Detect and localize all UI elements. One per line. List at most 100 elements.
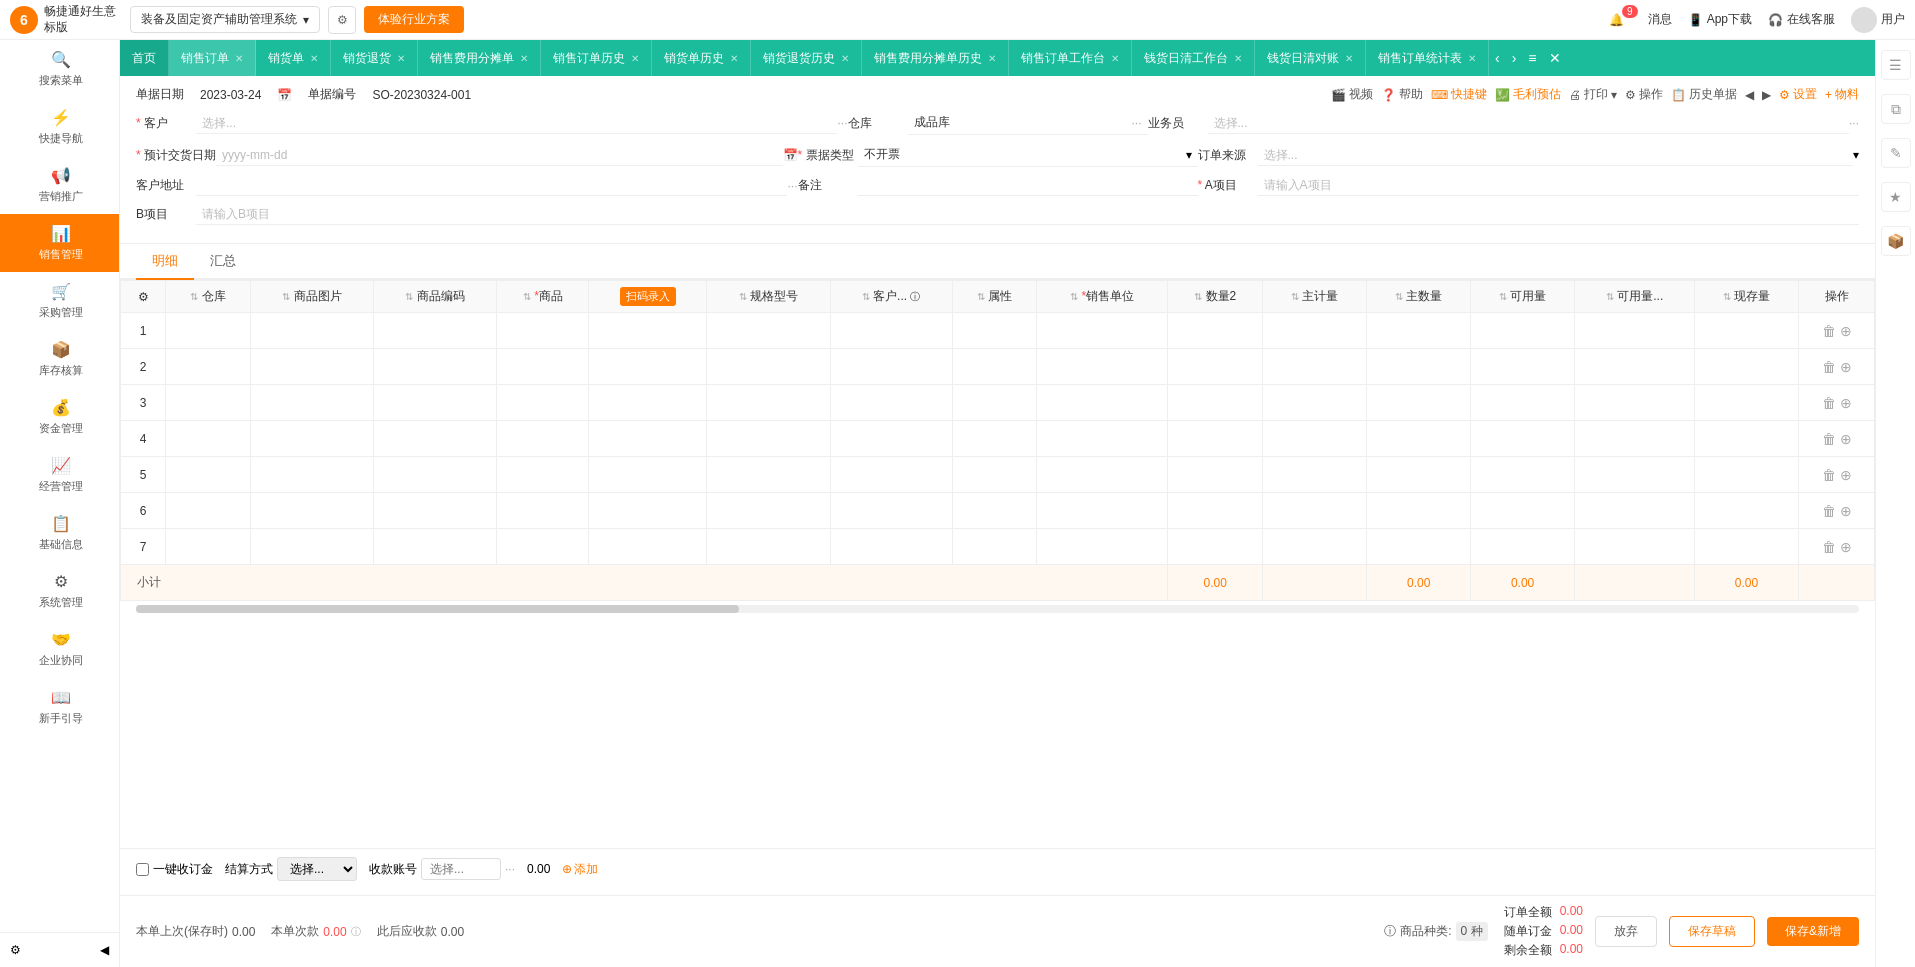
th-code[interactable]: ⇅ 商品编码	[374, 281, 497, 313]
th-spec[interactable]: ⇅ 规格型号	[707, 281, 830, 313]
sidebar-item-marketing[interactable]: 📢 营销推广	[0, 156, 119, 214]
delete-btn-4[interactable]: 🗑	[1822, 431, 1836, 447]
delete-btn-6[interactable]: 🗑	[1822, 503, 1836, 519]
tab-close-sales-order[interactable]: ✕	[235, 53, 243, 64]
tab-fee-history[interactable]: 销售费用分摊单历史 ✕	[862, 40, 1009, 76]
online-service-btn[interactable]: 🎧 在线客服	[1768, 11, 1835, 28]
tab-close-sales-goods[interactable]: ✕	[310, 53, 318, 64]
address-dots[interactable]: ···	[787, 179, 797, 193]
settings-form-btn[interactable]: ⚙ 设置	[1779, 86, 1817, 103]
th-main-qty[interactable]: ⇅ 主数量	[1367, 281, 1471, 313]
address-input[interactable]	[196, 175, 787, 196]
notification-bell[interactable]: 🔔 9 消息	[1609, 11, 1672, 28]
calendar-icon[interactable]: 📅	[277, 88, 292, 102]
add-material-btn[interactable]: + 物料	[1825, 86, 1859, 103]
tab-return-history[interactable]: 销货退货历史 ✕	[751, 40, 862, 76]
tab-close-daily-account[interactable]: ✕	[1345, 53, 1353, 64]
delete-btn-1[interactable]: 🗑	[1822, 323, 1836, 339]
th-image[interactable]: ⇅ 商品图片	[250, 281, 373, 313]
staff-dots[interactable]: ···	[1849, 116, 1859, 130]
th-main-unit[interactable]: ⇅ 主计量	[1263, 281, 1367, 313]
copy-btn-4[interactable]: ⊕	[1840, 431, 1852, 447]
tab-daily-workbench[interactable]: 钱货日清工作台 ✕	[1132, 40, 1255, 76]
th-goods[interactable]: ⇅ *商品	[497, 281, 589, 313]
discard-btn[interactable]: 放弃	[1595, 916, 1657, 947]
invoice-select[interactable]: 不开票 ▾	[858, 143, 1198, 167]
th-attr[interactable]: ⇅ 属性	[952, 281, 1037, 313]
tab-close-daily-workbench[interactable]: ✕	[1234, 53, 1242, 64]
tab-sales-goods[interactable]: 销货单 ✕	[256, 40, 331, 76]
tab-sales-fee[interactable]: 销售费用分摊单 ✕	[418, 40, 541, 76]
help-btn[interactable]: ❓ 帮助	[1381, 86, 1423, 103]
operation-btn[interactable]: ⚙ 操作	[1625, 86, 1663, 103]
tab-detail[interactable]: 明细	[136, 244, 194, 280]
a-project-input[interactable]	[1258, 175, 1860, 196]
sidebar-item-purchase[interactable]: 🛒 采购管理	[0, 272, 119, 330]
copy-btn-5[interactable]: ⊕	[1840, 467, 1852, 483]
tab-daily-account[interactable]: 钱货日清对账 ✕	[1255, 40, 1366, 76]
th-scan[interactable]: 扫码录入	[589, 281, 707, 313]
save-new-btn[interactable]: 保存&新增	[1767, 917, 1859, 946]
sidebar-item-guide[interactable]: 📖 新手引导	[0, 678, 119, 736]
copy-btn-3[interactable]: ⊕	[1840, 395, 1852, 411]
tab-close-goods-history[interactable]: ✕	[730, 53, 738, 64]
th-settings[interactable]: ⚙	[121, 281, 166, 313]
user-area[interactable]: 用户	[1851, 7, 1905, 33]
tab-close-all-btn[interactable]: ✕	[1543, 40, 1567, 76]
b-project-input[interactable]	[196, 204, 1859, 225]
tab-home[interactable]: 首页	[120, 40, 169, 76]
system-name-selector[interactable]: 装备及固定资产辅助管理系统 ▾	[130, 6, 320, 33]
tab-prev-btn[interactable]: ‹	[1489, 40, 1506, 76]
nav-prev-btn[interactable]: ◀	[1745, 88, 1754, 102]
settings-bottom-icon[interactable]: ⚙	[10, 943, 21, 957]
history-btn[interactable]: 📋 历史单据	[1671, 86, 1737, 103]
tab-menu-btn[interactable]: ≡	[1522, 40, 1542, 76]
rp-btn-5[interactable]: 📦	[1881, 226, 1911, 256]
tab-close-sales-fee[interactable]: ✕	[520, 53, 528, 64]
horizontal-scrollbar[interactable]	[136, 605, 1859, 613]
tab-close-order-history[interactable]: ✕	[631, 53, 639, 64]
quick-settle-input[interactable]	[136, 863, 149, 876]
copy-btn-1[interactable]: ⊕	[1840, 323, 1852, 339]
scrollbar-thumb[interactable]	[136, 605, 739, 613]
delete-btn-7[interactable]: 🗑	[1822, 539, 1836, 555]
delete-btn-3[interactable]: 🗑	[1822, 395, 1836, 411]
warehouse-select[interactable]: 成品库 ···	[908, 111, 1148, 135]
th-available2[interactable]: ⇅ 可用量...	[1575, 281, 1695, 313]
rp-btn-1[interactable]: ☰	[1881, 50, 1911, 80]
customer-dots[interactable]: ···	[837, 116, 847, 130]
order-source-input[interactable]	[1258, 145, 1854, 166]
settle-method-select[interactable]: 选择...	[277, 857, 357, 881]
sidebar-item-search[interactable]: 🔍 搜索菜单	[0, 40, 119, 98]
sidebar-item-operation[interactable]: 📈 经营管理	[0, 446, 119, 504]
sidebar-item-sales[interactable]: 📊 销售管理	[0, 214, 119, 272]
tab-close-sales-return[interactable]: ✕	[397, 53, 405, 64]
settings-icon[interactable]: ⚙	[328, 6, 356, 34]
delete-btn-5[interactable]: 🗑	[1822, 467, 1836, 483]
delivery-input[interactable]	[216, 145, 782, 166]
th-current[interactable]: ⇅ 现存量	[1695, 281, 1799, 313]
add-payment-btn[interactable]: ⊕ 添加	[562, 861, 598, 878]
th-qty2[interactable]: ⇅ 数量2	[1168, 281, 1263, 313]
delete-btn-2[interactable]: 🗑	[1822, 359, 1836, 375]
rp-btn-4[interactable]: ★	[1881, 182, 1911, 212]
staff-input[interactable]	[1208, 113, 1849, 134]
rp-btn-2[interactable]: ⧉	[1881, 94, 1911, 124]
remark-input[interactable]	[858, 175, 1198, 196]
tab-close-fee-history[interactable]: ✕	[988, 53, 996, 64]
account-input[interactable]	[421, 858, 501, 880]
tab-close-order-workbench[interactable]: ✕	[1111, 53, 1119, 64]
tab-goods-history[interactable]: 销货单历史 ✕	[652, 40, 751, 76]
sidebar-item-quicknav[interactable]: ⚡ 快捷导航	[0, 98, 119, 156]
tab-close-sales-stats[interactable]: ✕	[1468, 53, 1476, 64]
tab-sales-order[interactable]: 销售订单 ✕	[169, 40, 256, 76]
tab-sales-return[interactable]: 销货退货 ✕	[331, 40, 418, 76]
sidebar-item-basic[interactable]: 📋 基础信息	[0, 504, 119, 562]
profit-btn[interactable]: 💹 毛利预估	[1495, 86, 1561, 103]
app-download-btn[interactable]: 📱 App下载	[1688, 11, 1752, 28]
tab-close-return-history[interactable]: ✕	[841, 53, 849, 64]
sidebar-item-finance[interactable]: 💰 资金管理	[0, 388, 119, 446]
collapse-sidebar-btn[interactable]: ◀	[100, 943, 109, 957]
tab-sales-stats[interactable]: 销售订单统计表 ✕	[1366, 40, 1489, 76]
customer-input[interactable]	[196, 113, 837, 134]
